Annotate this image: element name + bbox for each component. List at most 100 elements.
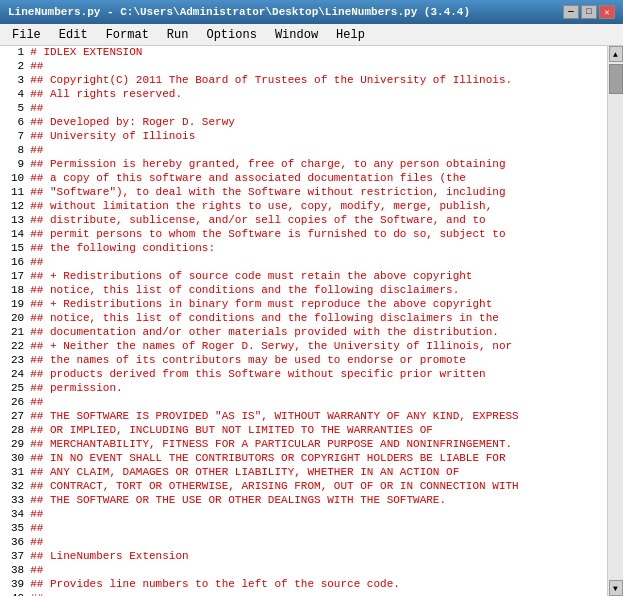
line-code: ## a copy of this software and associate… bbox=[28, 172, 607, 186]
line-code: ## distribute, sublicense, and/or sell c… bbox=[28, 214, 607, 228]
line-number: 27 bbox=[0, 410, 28, 424]
code-area[interactable]: 1# IDLEX EXTENSION2##3## Copyright(C) 20… bbox=[0, 46, 607, 596]
line-number: 19 bbox=[0, 298, 28, 312]
menu-item-file[interactable]: File bbox=[4, 26, 49, 44]
table-row: 40## bbox=[0, 592, 607, 596]
table-row: 16## bbox=[0, 256, 607, 270]
table-row: 33## THE SOFTWARE OR THE USE OR OTHER DE… bbox=[0, 494, 607, 508]
line-code: ## permit persons to whom the Software i… bbox=[28, 228, 607, 242]
table-row: 2## bbox=[0, 60, 607, 74]
table-row: 9## Permission is hereby granted, free o… bbox=[0, 158, 607, 172]
line-code: ## IN NO EVENT SHALL THE CONTRIBUTORS OR… bbox=[28, 452, 607, 466]
line-code: ## bbox=[28, 60, 607, 74]
scrollbar-thumb[interactable] bbox=[609, 64, 623, 94]
line-number: 3 bbox=[0, 74, 28, 88]
table-row: 28## OR IMPLIED, INCLUDING BUT NOT LIMIT… bbox=[0, 424, 607, 438]
table-row: 21## documentation and/or other material… bbox=[0, 326, 607, 340]
line-number: 12 bbox=[0, 200, 28, 214]
line-code: ## bbox=[28, 396, 607, 410]
line-number: 18 bbox=[0, 284, 28, 298]
window-title: LineNumbers.py - C:\Users\Administrator\… bbox=[8, 6, 470, 18]
line-code: ## Provides line numbers to the left of … bbox=[28, 578, 607, 592]
table-row: 12## without limitation the rights to us… bbox=[0, 200, 607, 214]
line-code: ## University of Illinois bbox=[28, 130, 607, 144]
line-number: 5 bbox=[0, 102, 28, 116]
scrollbar-down-button[interactable]: ▼ bbox=[609, 580, 623, 596]
table-row: 39## Provides line numbers to the left o… bbox=[0, 578, 607, 592]
line-number: 38 bbox=[0, 564, 28, 578]
line-number: 31 bbox=[0, 466, 28, 480]
line-number: 26 bbox=[0, 396, 28, 410]
line-number: 40 bbox=[0, 592, 28, 596]
line-number: 22 bbox=[0, 340, 28, 354]
table-row: 19## + Redistributions in binary form mu… bbox=[0, 298, 607, 312]
line-code: ## products derived from this Software w… bbox=[28, 368, 607, 382]
line-number: 35 bbox=[0, 522, 28, 536]
line-number: 1 bbox=[0, 46, 28, 60]
line-number: 34 bbox=[0, 508, 28, 522]
table-row: 38## bbox=[0, 564, 607, 578]
table-row: 18## notice, this list of conditions and… bbox=[0, 284, 607, 298]
line-code: ## LineNumbers Extension bbox=[28, 550, 607, 564]
line-number: 37 bbox=[0, 550, 28, 564]
maximize-button[interactable]: □ bbox=[581, 5, 597, 19]
menu-item-help[interactable]: Help bbox=[328, 26, 373, 44]
line-code: ## the following conditions: bbox=[28, 242, 607, 256]
table-row: 7## University of Illinois bbox=[0, 130, 607, 144]
line-code: ## All rights reserved. bbox=[28, 88, 607, 102]
table-row: 26## bbox=[0, 396, 607, 410]
table-row: 36## bbox=[0, 536, 607, 550]
scrollbar-up-button[interactable]: ▲ bbox=[609, 46, 623, 62]
title-bar: LineNumbers.py - C:\Users\Administrator\… bbox=[0, 0, 623, 24]
table-row: 14## permit persons to whom the Software… bbox=[0, 228, 607, 242]
table-row: 3## Copyright(C) 2011 The Board of Trust… bbox=[0, 74, 607, 88]
editor-container: 1# IDLEX EXTENSION2##3## Copyright(C) 20… bbox=[0, 46, 623, 596]
line-number: 20 bbox=[0, 312, 28, 326]
line-number: 8 bbox=[0, 144, 28, 158]
minimize-button[interactable]: — bbox=[563, 5, 579, 19]
menu-item-window[interactable]: Window bbox=[267, 26, 326, 44]
line-code: ## OR IMPLIED, INCLUDING BUT NOT LIMITED… bbox=[28, 424, 607, 438]
menu-item-run[interactable]: Run bbox=[159, 26, 197, 44]
menu-item-edit[interactable]: Edit bbox=[51, 26, 96, 44]
line-code: ## + Redistributions of source code must… bbox=[28, 270, 607, 284]
line-number: 30 bbox=[0, 452, 28, 466]
table-row: 23## the names of its contributors may b… bbox=[0, 354, 607, 368]
line-number: 17 bbox=[0, 270, 28, 284]
table-row: 27## THE SOFTWARE IS PROVIDED "AS IS", W… bbox=[0, 410, 607, 424]
line-code: ## bbox=[28, 102, 607, 116]
line-code: ## bbox=[28, 592, 607, 596]
line-number: 29 bbox=[0, 438, 28, 452]
line-number: 4 bbox=[0, 88, 28, 102]
line-code: ## bbox=[28, 522, 607, 536]
line-code: ## Developed by: Roger D. Serwy bbox=[28, 116, 607, 130]
table-row: 20## notice, this list of conditions and… bbox=[0, 312, 607, 326]
table-row: 22## + Neither the names of Roger D. Ser… bbox=[0, 340, 607, 354]
menu-item-options[interactable]: Options bbox=[198, 26, 264, 44]
table-row: 6## Developed by: Roger D. Serwy bbox=[0, 116, 607, 130]
line-number: 28 bbox=[0, 424, 28, 438]
table-row: 30## IN NO EVENT SHALL THE CONTRIBUTORS … bbox=[0, 452, 607, 466]
line-number: 23 bbox=[0, 354, 28, 368]
line-code: ## "Software"), to deal with the Softwar… bbox=[28, 186, 607, 200]
menu-item-format[interactable]: Format bbox=[98, 26, 157, 44]
line-code: # IDLEX EXTENSION bbox=[28, 46, 607, 60]
line-code: ## bbox=[28, 256, 607, 270]
code-table: 1# IDLEX EXTENSION2##3## Copyright(C) 20… bbox=[0, 46, 607, 596]
line-number: 39 bbox=[0, 578, 28, 592]
line-code: ## THE SOFTWARE IS PROVIDED "AS IS", WIT… bbox=[28, 410, 607, 424]
table-row: 31## ANY CLAIM, DAMAGES OR OTHER LIABILI… bbox=[0, 466, 607, 480]
line-code: ## + Neither the names of Roger D. Serwy… bbox=[28, 340, 607, 354]
table-row: 11## "Software"), to deal with the Softw… bbox=[0, 186, 607, 200]
line-number: 25 bbox=[0, 382, 28, 396]
line-number: 11 bbox=[0, 186, 28, 200]
table-row: 4## All rights reserved. bbox=[0, 88, 607, 102]
line-number: 13 bbox=[0, 214, 28, 228]
close-button[interactable]: ✕ bbox=[599, 5, 615, 19]
line-code: ## Copyright(C) 2011 The Board of Truste… bbox=[28, 74, 607, 88]
line-code: ## permission. bbox=[28, 382, 607, 396]
scrollbar[interactable]: ▲ ▼ bbox=[607, 46, 623, 596]
table-row: 34## bbox=[0, 508, 607, 522]
menu-bar: FileEditFormatRunOptionsWindowHelp bbox=[0, 24, 623, 46]
line-code: ## bbox=[28, 144, 607, 158]
